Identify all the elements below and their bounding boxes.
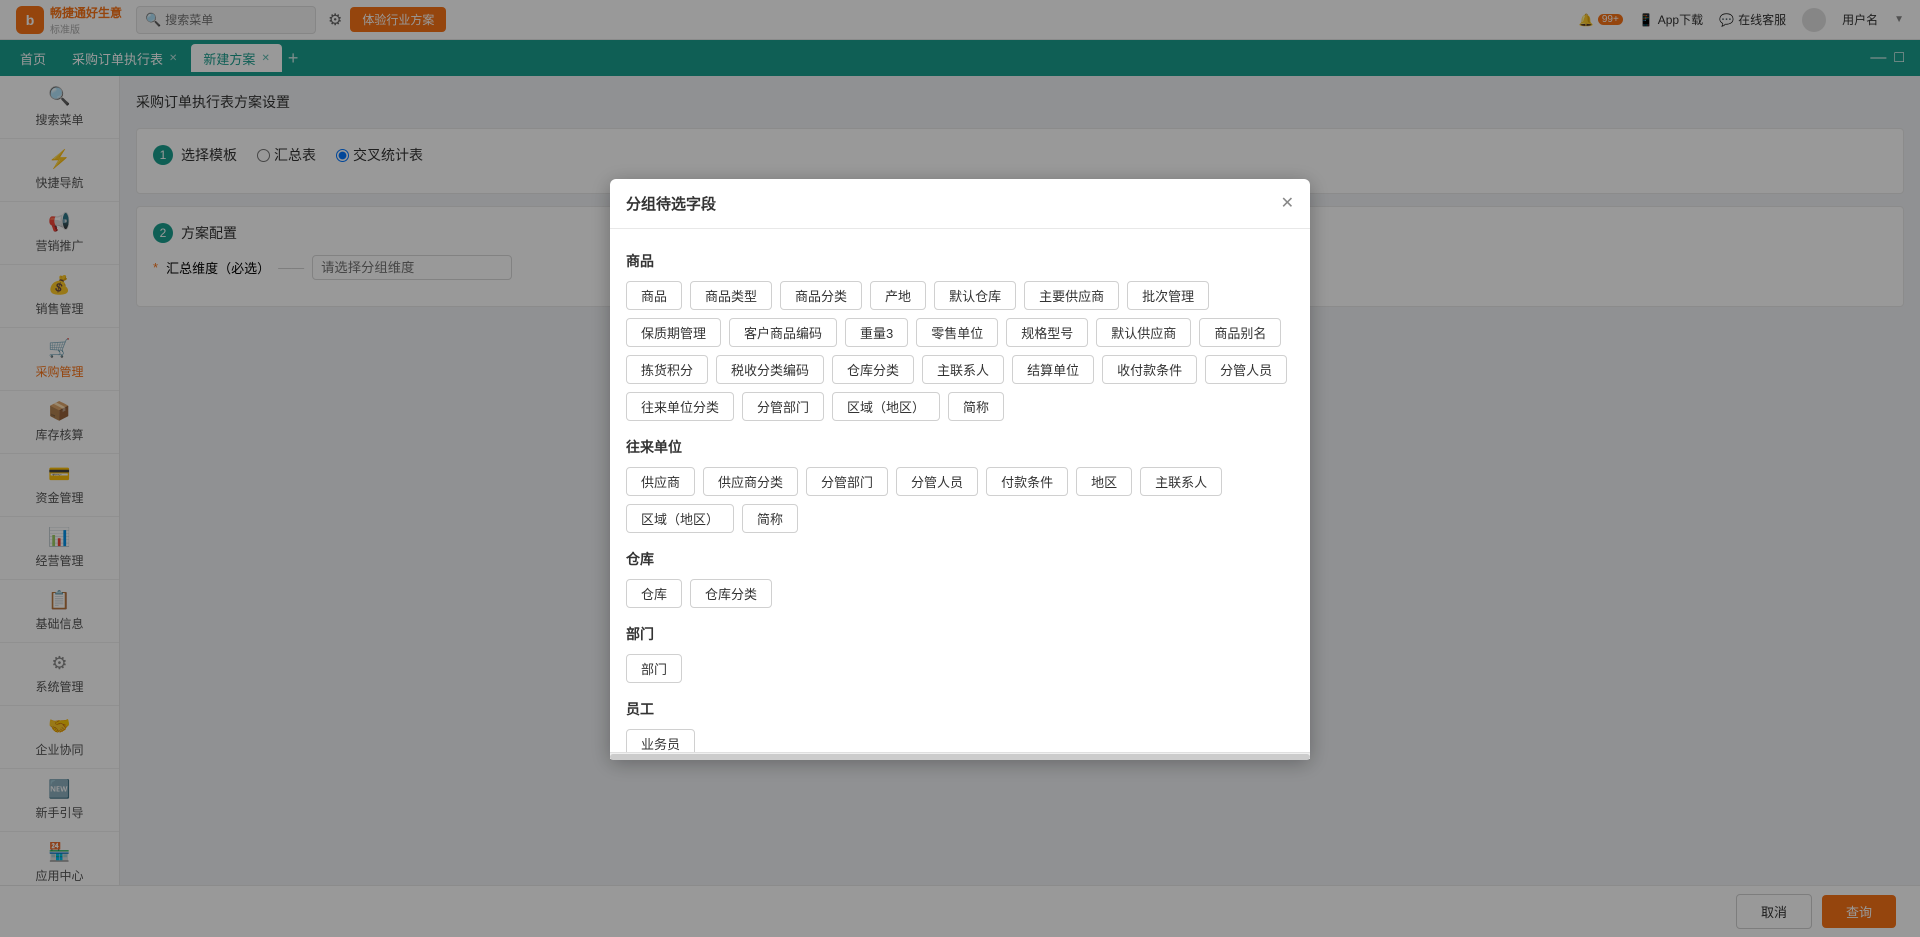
field-tag[interactable]: 分管人员 xyxy=(1205,355,1287,384)
partner-fields: 供应商 供应商分类 分管部门 分管人员 付款条件 地区 主联系人 区域（地区） … xyxy=(626,467,1294,533)
field-tag[interactable]: 商品 xyxy=(626,281,682,310)
field-tag[interactable]: 区域（地区） xyxy=(832,392,940,421)
field-tag[interactable]: 往来单位分类 xyxy=(626,392,734,421)
field-tag[interactable]: 分管部门 xyxy=(742,392,824,421)
field-tag[interactable]: 结算单位 xyxy=(1012,355,1094,384)
horizontal-scrollbar[interactable] xyxy=(610,752,1310,758)
warehouse-fields: 仓库 仓库分类 xyxy=(626,579,1294,608)
field-tag[interactable]: 简称 xyxy=(948,392,1004,421)
field-tag[interactable]: 客户商品编码 xyxy=(729,318,837,347)
field-tag[interactable]: 保质期管理 xyxy=(626,318,721,347)
dialog-title: 分组待选字段 xyxy=(626,193,716,214)
field-select-dialog: 分组待选字段 ✕ 商品 商品 商品类型 商品分类 产地 默认仓库 主要供应商 批… xyxy=(610,179,1310,759)
field-tag[interactable]: 主要供应商 xyxy=(1024,281,1119,310)
dialog-close-button[interactable]: ✕ xyxy=(1281,193,1294,213)
category-title-dept: 部门 xyxy=(626,624,1294,644)
category-title-partner: 往来单位 xyxy=(626,437,1294,457)
field-tag[interactable]: 规格型号 xyxy=(1006,318,1088,347)
field-tag[interactable]: 供应商 xyxy=(626,467,695,496)
category-title-product: 商品 xyxy=(626,251,1294,271)
field-tag[interactable]: 分管人员 xyxy=(896,467,978,496)
field-tag[interactable]: 收付款条件 xyxy=(1102,355,1197,384)
field-tag[interactable]: 主联系人 xyxy=(1140,467,1222,496)
field-tag[interactable]: 仓库分类 xyxy=(690,579,772,608)
dept-fields: 部门 xyxy=(626,654,1294,683)
field-tag[interactable]: 商品类型 xyxy=(690,281,772,310)
dialog-overlay: 分组待选字段 ✕ 商品 商品 商品类型 商品分类 产地 默认仓库 主要供应商 批… xyxy=(0,0,1920,937)
product-fields: 商品 商品类型 商品分类 产地 默认仓库 主要供应商 批次管理 保质期管理 客户… xyxy=(626,281,1294,421)
field-tag[interactable]: 主联系人 xyxy=(922,355,1004,384)
category-title-warehouse: 仓库 xyxy=(626,549,1294,569)
field-tag[interactable]: 商品分类 xyxy=(780,281,862,310)
dialog-header: 分组待选字段 ✕ xyxy=(610,179,1310,229)
field-tag[interactable]: 付款条件 xyxy=(986,467,1068,496)
field-tag[interactable]: 默认供应商 xyxy=(1096,318,1191,347)
field-tag[interactable]: 地区 xyxy=(1076,467,1132,496)
field-tag[interactable]: 部门 xyxy=(626,654,682,683)
dialog-body: 商品 商品 商品类型 商品分类 产地 默认仓库 主要供应商 批次管理 保质期管理… xyxy=(610,229,1310,753)
field-tag[interactable]: 供应商分类 xyxy=(703,467,798,496)
employee-fields: 业务员 xyxy=(626,729,1294,753)
field-tag[interactable]: 批次管理 xyxy=(1127,281,1209,310)
field-tag[interactable]: 产地 xyxy=(870,281,926,310)
field-tag[interactable]: 拣货积分 xyxy=(626,355,708,384)
field-tag[interactable]: 商品别名 xyxy=(1199,318,1281,347)
field-tag[interactable]: 仓库分类 xyxy=(832,355,914,384)
scrollbar-thumb[interactable] xyxy=(610,754,1310,760)
field-tag[interactable]: 重量3 xyxy=(845,318,908,347)
field-tag[interactable]: 默认仓库 xyxy=(934,281,1016,310)
field-tag[interactable]: 税收分类编码 xyxy=(716,355,824,384)
field-tag[interactable]: 简称 xyxy=(742,504,798,533)
field-tag[interactable]: 仓库 xyxy=(626,579,682,608)
category-title-employee: 员工 xyxy=(626,699,1294,719)
field-tag[interactable]: 分管部门 xyxy=(806,467,888,496)
field-tag[interactable]: 零售单位 xyxy=(916,318,998,347)
field-tag[interactable]: 区域（地区） xyxy=(626,504,734,533)
field-tag[interactable]: 业务员 xyxy=(626,729,695,753)
